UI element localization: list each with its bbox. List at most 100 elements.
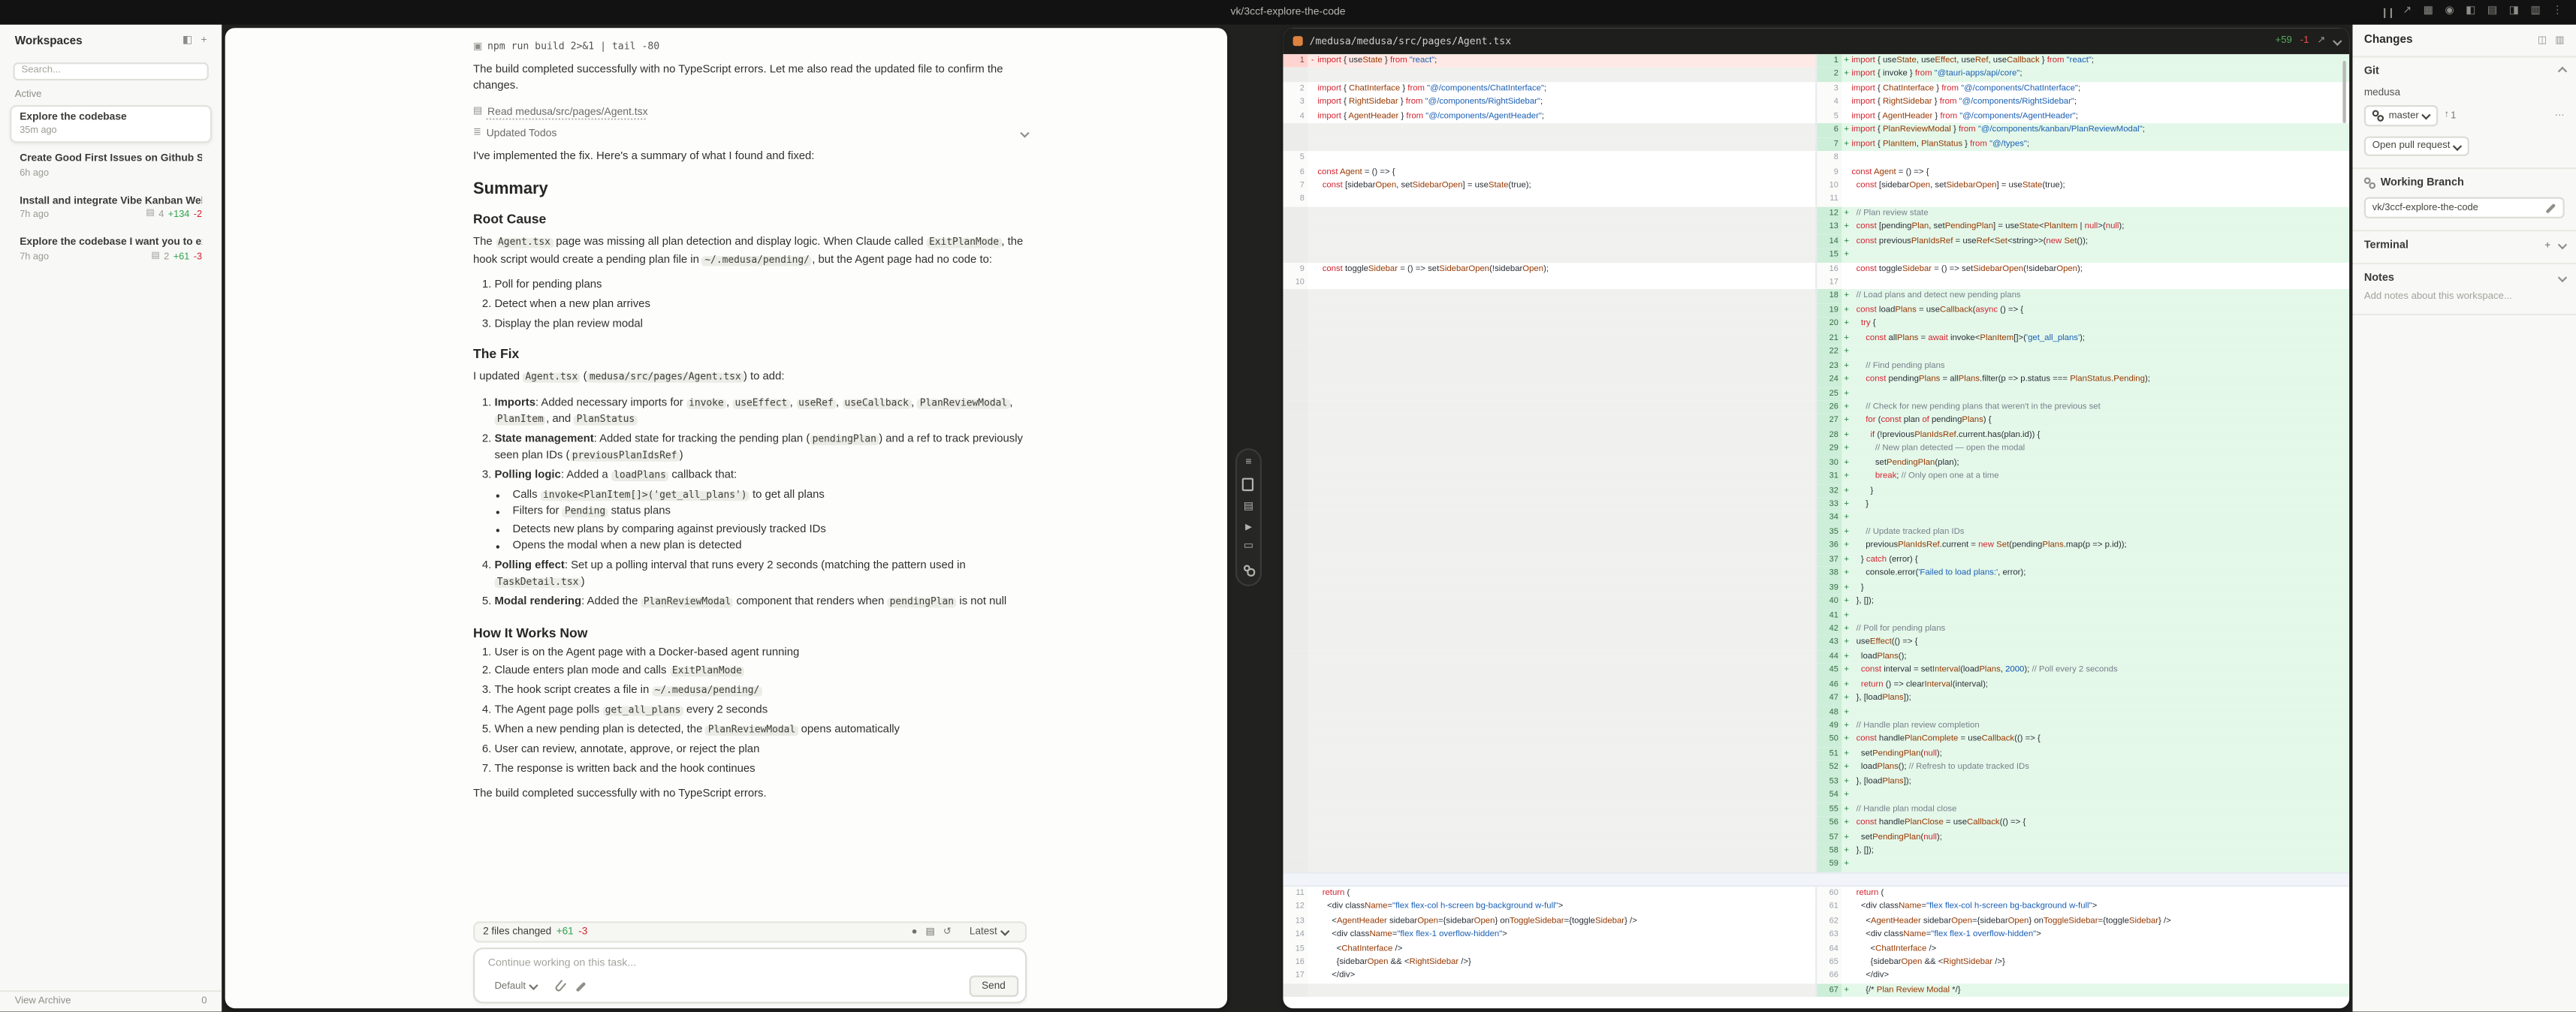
search-input[interactable]	[14, 62, 209, 80]
new-workspace-icon[interactable]: +	[201, 37, 207, 47]
code-line: try {	[1851, 318, 2349, 331]
diff-marker	[1308, 622, 1317, 636]
code-line	[1317, 318, 1815, 331]
message-input[interactable]	[484, 956, 1015, 971]
copy-icon[interactable]	[1244, 480, 1253, 490]
open-pull-request-button[interactable]: Open pull request	[2364, 137, 2469, 156]
scrollbar-thumb[interactable]	[2342, 61, 2345, 123]
notes-placeholder[interactable]: Add notes about this workspace...	[2364, 292, 2565, 302]
additions: +61	[173, 252, 190, 262]
diff-right-cell: 14+ const previousPlanIdsRef = useRef<Se…	[1815, 234, 2349, 248]
line-number: 17	[1817, 276, 1842, 290]
code-line	[1317, 567, 1815, 580]
inline-code: PlanItem	[494, 416, 546, 426]
panel-toggle-icon[interactable]: ◫	[2538, 35, 2547, 45]
workspace-item[interactable]: Explore the codebase I want you to ex...…	[10, 230, 212, 268]
workspace-item[interactable]: Create Good First Issues on Github So ..…	[10, 146, 212, 185]
workspace-item[interactable]: Explore the codebase35m ago	[10, 104, 212, 143]
code-line	[1317, 345, 1815, 359]
diff-right-cell: 62 <AgentHeader sidebarOpen={sidebarOpen…	[1815, 914, 2349, 928]
workspace-item[interactable]: Install and integrate Vibe Kanban Web...…	[10, 188, 212, 226]
code-line	[1317, 387, 1815, 400]
diff-left-cell: 1-import { useState } from "react";	[1283, 54, 1815, 68]
line-number	[1283, 747, 1308, 761]
chat-heading: The Fix	[473, 347, 1027, 362]
diff-row: 53+ }, [loadPlans]);	[1283, 775, 2349, 788]
diff-marker	[1308, 595, 1317, 608]
chevron-up-icon[interactable]	[2557, 68, 2565, 77]
line-number	[1283, 788, 1308, 802]
branch-icon[interactable]	[1243, 564, 1254, 575]
code-line	[1851, 193, 2349, 206]
title-bar: vk/3ccf-explore-the-code ↗ ▦ ◉ ◧ ▤ ◨ ▥ ⋮	[0, 0, 2576, 25]
columns-icon[interactable]: ▥	[2531, 7, 2541, 17]
pause-icon[interactable]	[2383, 8, 2391, 17]
diff-file-path[interactable]: /medusa/medusa/src/pages/Agent.tsx	[1309, 35, 1511, 47]
undo-icon[interactable]: ↺	[943, 927, 952, 937]
diff-right-cell: 2+import { invoke } from "@tauri-apps/ap…	[1815, 68, 2349, 82]
monitor-icon[interactable]: ▭	[1244, 542, 1253, 553]
open-pr-label: Open pull request	[2372, 141, 2451, 151]
diff-row: 7+import { PlanItem, PlanStatus } from "…	[1283, 137, 2349, 151]
diff-marker	[1308, 788, 1317, 802]
clipboard-icon[interactable]: ▤	[1244, 501, 1253, 512]
changes-status-bar[interactable]: 2 files changed +61 -3 ● ▤ ↺ Latest	[473, 921, 1027, 942]
diff-right-cell: 30+ setPendingPlan(plan);	[1815, 456, 2349, 469]
panel-right-icon[interactable]: ◨	[2509, 7, 2519, 17]
code-line: }	[1851, 581, 2349, 595]
inline-code: PlanStatus	[574, 416, 637, 426]
layout-toggle-icon[interactable]: ▥	[2555, 35, 2564, 45]
view-archive-label: View Archive	[15, 997, 71, 1007]
message-composer[interactable]: Default Send	[473, 947, 1027, 1003]
mode-selector[interactable]: Default	[484, 980, 545, 993]
inline-code: useCallback	[842, 399, 911, 408]
panel-bottom-icon[interactable]: ▤	[2487, 7, 2497, 17]
diff-row: 15+	[1283, 248, 2349, 262]
branch-selector[interactable]: master	[2364, 105, 2438, 126]
chat-scroll-area[interactable]: ▣npm run build 2>&1 | tail -80The build …	[225, 32, 1227, 910]
grid-icon[interactable]: ▦	[2424, 7, 2433, 17]
code-line: const allPlans = await invoke<PlanItem[]…	[1851, 331, 2349, 345]
chevron-down-icon[interactable]	[2557, 241, 2565, 249]
inline-code: get_all_plans	[602, 706, 683, 716]
latest-selector[interactable]: Latest	[960, 925, 1017, 940]
expand-diff-icon[interactable]: ↗	[2317, 36, 2325, 46]
review-toggle-icon[interactable]: ●	[912, 927, 918, 937]
code-line	[1317, 526, 1815, 539]
drag-handle-icon[interactable]: ≡	[1245, 458, 1251, 468]
line-number	[1283, 608, 1308, 622]
diff-left-cell: 14 <div className="flex flex-1 overflow-…	[1283, 928, 1815, 941]
diff-right-cell: 5import { AgentHeader } from "@/componen…	[1815, 110, 2349, 123]
list-view-icon[interactable]: ▤	[926, 927, 935, 937]
collapse-diff-icon[interactable]	[2333, 36, 2341, 44]
diff-row: 41+	[1283, 608, 2349, 622]
line-number: 37	[1817, 553, 1842, 567]
pen-icon[interactable]	[576, 981, 587, 992]
play-icon[interactable]	[1245, 524, 1252, 531]
maximize-icon[interactable]: ↗	[2403, 7, 2412, 17]
diff-marker	[1308, 123, 1317, 137]
diff-left-cell	[1283, 526, 1815, 539]
diff-right-cell: 23+ // Find pending plans	[1815, 359, 2349, 372]
chat-list: Imports: Added necessary imports for inv…	[473, 395, 1027, 611]
pencil-icon[interactable]	[2545, 203, 2556, 213]
code-line	[1317, 803, 1815, 816]
send-button[interactable]: Send	[969, 975, 1019, 996]
diff-right-cell: 41+	[1815, 608, 2349, 622]
code-line: <div className="flex flex-1 overflow-hid…	[1317, 928, 1815, 941]
working-branch-field[interactable]: vk/3ccf-explore-the-code	[2364, 197, 2565, 218]
diff-body[interactable]: 1-import { useState } from "react";1+imp…	[1283, 54, 2349, 1008]
more-options-icon[interactable]: ⋯	[2555, 111, 2565, 121]
record-icon[interactable]: ◉	[2445, 7, 2454, 17]
new-terminal-icon[interactable]: +	[2544, 240, 2550, 250]
chevron-down-icon[interactable]	[2557, 273, 2565, 282]
view-archive-row[interactable]: View Archive 0	[0, 990, 222, 1011]
collapse-sidebar-icon[interactable]: ◧	[182, 37, 192, 47]
paperclip-icon[interactable]	[554, 980, 567, 992]
kebab-menu-icon[interactable]: ⋮	[2552, 7, 2562, 17]
tool-call-row[interactable]: ▣npm run build 2>&1 | tail -80	[473, 41, 1027, 53]
tool-call-row[interactable]: ≣Updated Todos	[473, 128, 1027, 139]
tool-call-row[interactable]: ▤Read medusa/src/pages/Agent.tsx	[473, 107, 1027, 118]
chevron-down-icon[interactable]	[1020, 128, 1028, 137]
panel-left-icon[interactable]: ◧	[2466, 7, 2475, 17]
